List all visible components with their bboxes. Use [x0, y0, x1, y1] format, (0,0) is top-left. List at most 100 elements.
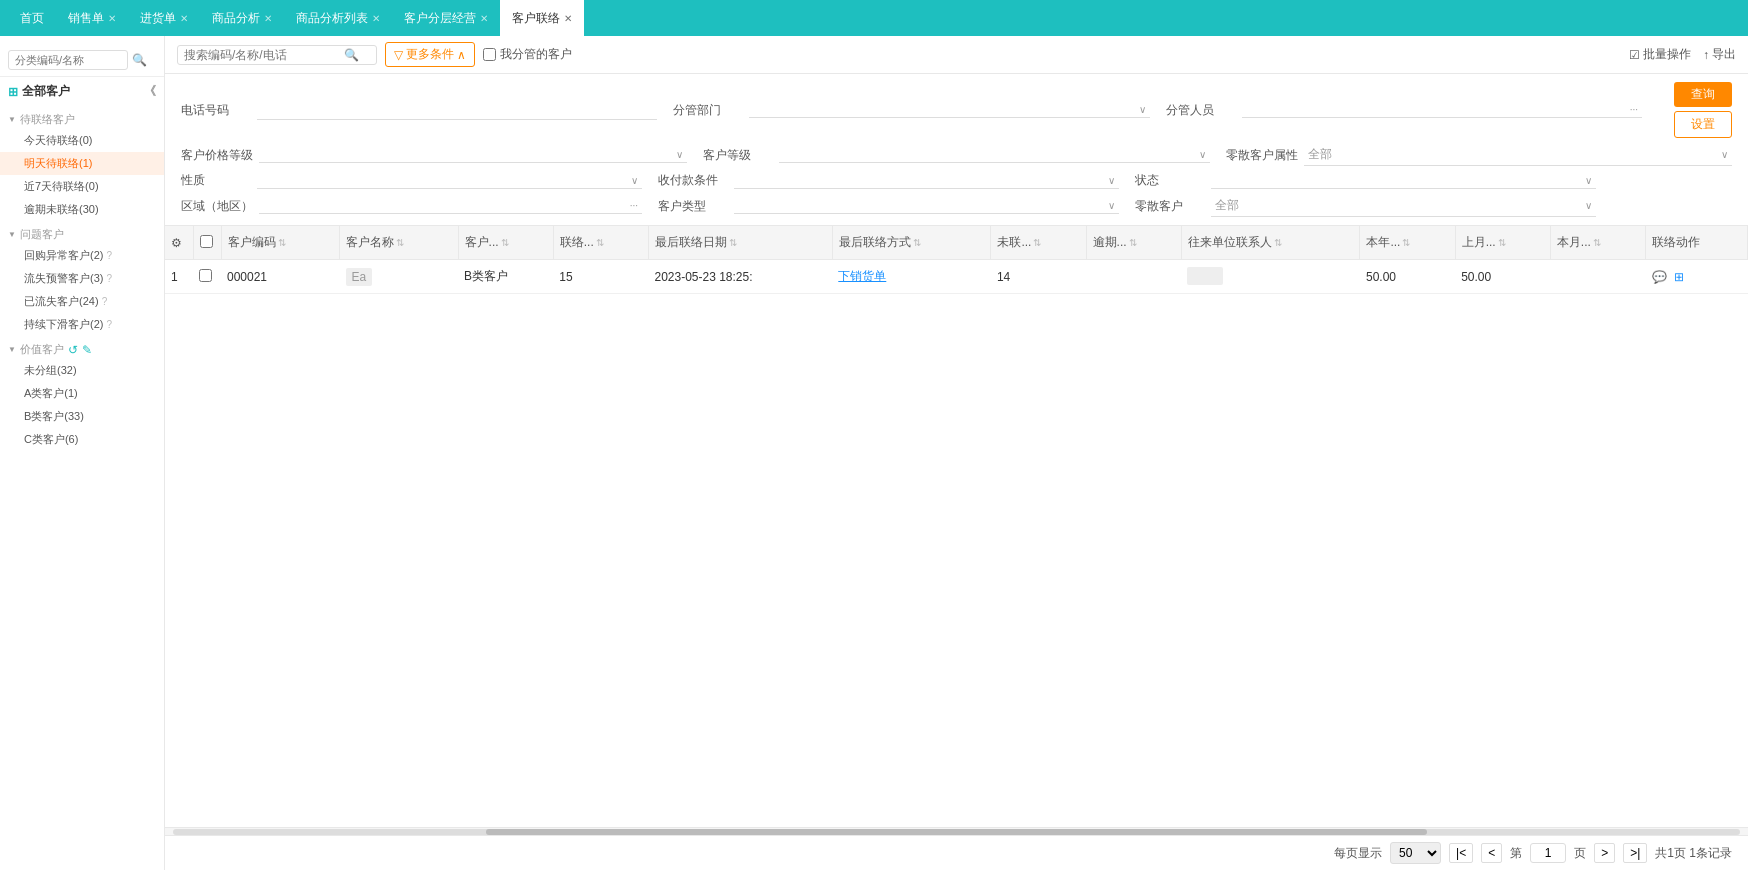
- filter-manager: 分管人员 ···: [1166, 102, 1642, 119]
- select-all-checkbox[interactable]: [200, 235, 213, 248]
- sidebar-search-icon[interactable]: 🔍: [132, 53, 147, 67]
- export-button[interactable]: ↑ 导出: [1703, 46, 1736, 63]
- sort-icon[interactable]: ⇅: [1402, 237, 1410, 248]
- nav-product-analysis[interactable]: 商品分析 ✕: [200, 0, 284, 36]
- sidebar-repurchase-abnormal[interactable]: 回购异常客户(2) ?: [0, 244, 164, 267]
- th-checkbox[interactable]: [193, 226, 221, 260]
- close-icon[interactable]: ✕: [180, 13, 188, 24]
- content-area: 🔍 ▽ 更多条件 ∧ 我分管的客户 ☑ 批量操作 ↑ 导出: [165, 36, 1748, 870]
- filter-phone: 电话号码: [181, 101, 657, 120]
- last-page-button[interactable]: >|: [1623, 843, 1647, 863]
- reset-button[interactable]: 设置: [1674, 111, 1732, 138]
- my-customer-checkbox-wrap[interactable]: 我分管的客户: [483, 46, 572, 63]
- sidebar-declining[interactable]: 持续下滑客户(2) ?: [0, 313, 164, 336]
- sort-icon[interactable]: ⇅: [396, 237, 404, 248]
- sort-icon[interactable]: ⇅: [596, 237, 604, 248]
- last-method-link[interactable]: 下销货单: [838, 269, 886, 283]
- close-icon[interactable]: ✕: [264, 13, 272, 24]
- nav-customer-tier[interactable]: 客户分层经营 ✕: [392, 0, 500, 36]
- filter-actions: 查询 设置: [1674, 82, 1732, 138]
- td-index: 1: [165, 260, 193, 294]
- filter-retail-select[interactable]: 全部 ∨: [1211, 195, 1596, 217]
- page-number-input[interactable]: [1530, 843, 1566, 863]
- sidebar-overdue-pending[interactable]: 逾期未联络(30): [0, 198, 164, 221]
- filter-price-grade-select[interactable]: ∨: [259, 147, 687, 163]
- nav-home[interactable]: 首页: [8, 0, 56, 36]
- sidebar-today-pending[interactable]: 今天待联络(0): [0, 129, 164, 152]
- close-icon[interactable]: ✕: [372, 13, 380, 24]
- td-name: Ea: [340, 260, 459, 294]
- td-actions[interactable]: 💬 ⊞: [1646, 260, 1748, 294]
- grid-icon[interactable]: ⊞: [1674, 270, 1684, 284]
- settings-icon[interactable]: ⚙: [171, 236, 182, 250]
- filter-customer-grade-select[interactable]: ∨: [779, 147, 1209, 163]
- close-icon[interactable]: ✕: [480, 13, 488, 24]
- query-button[interactable]: 查询: [1674, 82, 1732, 107]
- sort-icon[interactable]: ⇅: [278, 237, 286, 248]
- chevron-down-icon: ∨: [676, 149, 683, 160]
- sort-icon[interactable]: ⇅: [1593, 237, 1601, 248]
- filter-icon: ▽: [394, 48, 403, 62]
- filter-status-select[interactable]: ∨: [1211, 173, 1596, 189]
- sidebar-group-pending: 待联络客户: [0, 106, 164, 129]
- filter-payment: 收付款条件 ∨: [658, 172, 1119, 189]
- sort-icon[interactable]: ⇅: [729, 237, 737, 248]
- search-input[interactable]: [184, 48, 344, 62]
- batch-operation-button[interactable]: ☑ 批量操作: [1629, 46, 1691, 63]
- nav-product-analysis-list[interactable]: 商品分析列表 ✕: [284, 0, 392, 36]
- sort-icon[interactable]: ⇅: [1274, 237, 1282, 248]
- sidebar-ungrouped[interactable]: 未分组(32): [0, 359, 164, 382]
- sidebar-week-pending[interactable]: 近7天待联络(0): [0, 175, 164, 198]
- sidebar-class-b[interactable]: B类客户(33): [0, 405, 164, 428]
- sort-icon[interactable]: ⇅: [1498, 237, 1506, 248]
- table-row: 1 000021 Ea B类客户 15 2023-05-23 18:25: 下销…: [165, 260, 1748, 294]
- sort-icon[interactable]: ⇅: [913, 237, 921, 248]
- chevron-down-icon: ∨: [1585, 175, 1592, 186]
- nav-customer-contact[interactable]: 客户联络 ✕: [500, 0, 584, 36]
- th-settings[interactable]: ⚙: [165, 226, 193, 260]
- sidebar-group-problem: 问题客户: [0, 221, 164, 244]
- sidebar-search-input[interactable]: [8, 50, 128, 70]
- td-unlinked: 14: [991, 260, 1086, 294]
- search-icon[interactable]: 🔍: [344, 48, 359, 62]
- sidebar-all-customers[interactable]: ⊞ 全部客户 《: [0, 77, 164, 106]
- filter-retail: 零散客户 全部 ∨: [1135, 195, 1596, 217]
- td-checkbox[interactable]: [193, 260, 221, 294]
- page-label: 第: [1510, 845, 1522, 862]
- comment-icon[interactable]: 💬: [1652, 270, 1667, 284]
- more-filter-button[interactable]: ▽ 更多条件 ∧: [385, 42, 475, 67]
- sort-icon[interactable]: ⇅: [1129, 237, 1137, 248]
- next-page-button[interactable]: >: [1594, 843, 1615, 863]
- close-icon[interactable]: ✕: [108, 13, 116, 24]
- td-contact-person: [1181, 260, 1360, 294]
- filter-nature-label: 性质: [181, 172, 251, 189]
- close-icon[interactable]: ✕: [564, 13, 572, 24]
- filter-nature-select[interactable]: ∨: [257, 173, 642, 189]
- first-page-button[interactable]: |<: [1449, 843, 1473, 863]
- chevron-down-icon: ∨: [1721, 149, 1728, 160]
- filter-phone-input[interactable]: [257, 101, 657, 120]
- sidebar-churn-warning[interactable]: 流失预警客户(3) ?: [0, 267, 164, 290]
- filter-retail-attr-select[interactable]: 全部 ∨: [1304, 144, 1732, 166]
- nav-sales-order[interactable]: 销售单 ✕: [56, 0, 128, 36]
- sort-icon[interactable]: ⇅: [501, 237, 509, 248]
- prev-page-button[interactable]: <: [1481, 843, 1502, 863]
- filter-dept-select[interactable]: ∨: [749, 102, 1149, 118]
- filter-customer-type-select[interactable]: ∨: [734, 198, 1119, 214]
- filter-payment-select[interactable]: ∨: [734, 173, 1119, 189]
- sort-icon[interactable]: ⇅: [1033, 237, 1041, 248]
- horizontal-scrollbar[interactable]: [165, 827, 1748, 835]
- filter-region-select[interactable]: ···: [259, 198, 642, 214]
- sidebar-churned[interactable]: 已流失客户(24) ?: [0, 290, 164, 313]
- sidebar-class-c[interactable]: C类客户(6): [0, 428, 164, 451]
- sidebar-tomorrow-pending[interactable]: 明天待联络(1): [0, 152, 164, 175]
- my-customer-checkbox[interactable]: [483, 48, 496, 61]
- scrollbar-thumb[interactable]: [486, 829, 1426, 835]
- sidebar-class-a[interactable]: A类客户(1): [0, 382, 164, 405]
- nav-purchase-order[interactable]: 进货单 ✕: [128, 0, 200, 36]
- search-wrap: 🔍: [177, 45, 377, 65]
- page-size-label: 每页显示: [1334, 845, 1382, 862]
- filter-manager-select[interactable]: ···: [1242, 102, 1642, 118]
- page-size-select[interactable]: 50 100 200: [1390, 842, 1441, 864]
- chevron-down-icon: ∨: [1108, 175, 1115, 186]
